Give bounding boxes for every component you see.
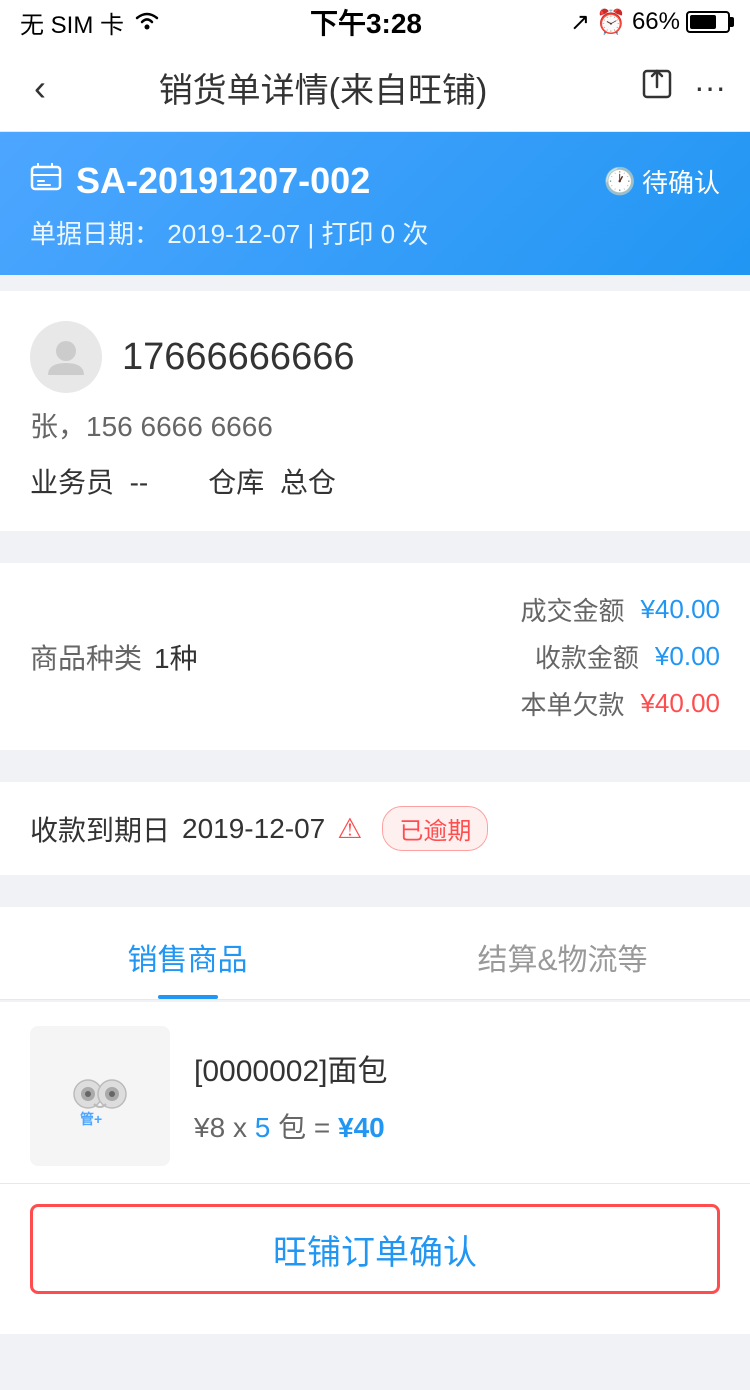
deal-amount-row: 成交金额 ¥40.00 bbox=[520, 591, 720, 628]
warehouse-label: 仓库 总仓 bbox=[208, 461, 336, 501]
nav-actions: ··· bbox=[640, 67, 726, 109]
battery-icon bbox=[686, 11, 730, 33]
tab-sales-products[interactable]: 销售商品 bbox=[0, 907, 375, 999]
due-date-label: 收款到期日 bbox=[30, 809, 170, 849]
alarm-icon: ⏰ bbox=[596, 8, 626, 37]
location-icon: ↗ bbox=[570, 8, 590, 37]
divider-2 bbox=[0, 750, 750, 766]
clock-icon: 🕐 bbox=[604, 166, 636, 197]
battery-percent: 66% bbox=[632, 8, 680, 36]
overdue-badge: 已逾期 bbox=[382, 806, 488, 851]
order-icon bbox=[30, 160, 66, 202]
tab-bar: 销售商品 结算&物流等 bbox=[0, 907, 750, 1000]
back-button[interactable]: ‹ bbox=[24, 57, 56, 119]
received-amount: ¥0.00 bbox=[655, 641, 720, 672]
order-date-line: 单据日期： 2019-12-07 | 打印 0 次 bbox=[30, 214, 720, 251]
due-card: 收款到期日 2019-12-07 ⚠ 已逾期 bbox=[0, 782, 750, 875]
status-time: 下午3:28 bbox=[310, 2, 422, 42]
summary-right: 成交金额 ¥40.00 收款金额 ¥0.00 本单欠款 ¥40.00 bbox=[520, 591, 720, 722]
due-date-value: 2019-12-07 bbox=[182, 813, 325, 845]
summary-card: 商品种类 1种 成交金额 ¥40.00 收款金额 ¥0.00 本单欠款 ¥40.… bbox=[0, 563, 750, 750]
product-type-value: 1种 bbox=[154, 637, 198, 677]
status-left: 无 SIM 卡 bbox=[20, 5, 162, 40]
divider-1 bbox=[0, 531, 750, 547]
product-total: ¥40 bbox=[338, 1112, 385, 1143]
deal-amount: ¥40.00 bbox=[640, 594, 720, 625]
customer-meta: 业务员 -- 仓库 总仓 bbox=[30, 461, 720, 501]
owed-row: 本单欠款 ¥40.00 bbox=[520, 685, 720, 722]
customer-name: 张，156 6666 6666 bbox=[30, 405, 720, 445]
sales-label: 业务员 -- bbox=[30, 461, 148, 501]
svg-text:管+: 管+ bbox=[80, 1111, 102, 1126]
carrier-label: 无 SIM 卡 bbox=[20, 5, 124, 40]
status-bar: 无 SIM 卡 下午3:28 ↗ ⏰ 66% bbox=[0, 0, 750, 44]
customer-card: 17666666666 张，156 6666 6666 业务员 -- 仓库 总仓 bbox=[0, 291, 750, 531]
divider-3 bbox=[0, 875, 750, 891]
product-qty: 5 bbox=[255, 1112, 271, 1143]
customer-top: 17666666666 bbox=[30, 321, 720, 393]
product-card: 管+ [0000002]面包 ¥8 x 5 包 = ¥40 bbox=[0, 1002, 750, 1190]
share-icon[interactable] bbox=[640, 67, 674, 109]
wifi-icon bbox=[132, 8, 162, 37]
status-right: ↗ ⏰ 66% bbox=[570, 8, 730, 37]
received-row: 收款金额 ¥0.00 bbox=[535, 638, 720, 675]
order-header-card: SA-20191207-002 🕐 待确认 单据日期： 2019-12-07 |… bbox=[0, 132, 750, 275]
order-status: 🕐 待确认 bbox=[604, 163, 720, 200]
tab-settlement[interactable]: 结算&物流等 bbox=[375, 907, 750, 999]
summary-left: 商品种类 1种 bbox=[30, 591, 520, 722]
product-price: ¥8 x 5 包 = ¥40 bbox=[194, 1106, 720, 1146]
order-header-top: SA-20191207-002 🕐 待确认 bbox=[30, 160, 720, 202]
order-id: SA-20191207-002 bbox=[30, 160, 370, 202]
product-info: [0000002]面包 ¥8 x 5 包 = ¥40 bbox=[194, 1046, 720, 1146]
product-image: 管+ bbox=[30, 1026, 170, 1166]
warning-icon: ⚠ bbox=[337, 812, 362, 845]
confirm-button[interactable]: 旺铺订单确认 bbox=[30, 1204, 720, 1294]
nav-bar: ‹ 销货单详情(来自旺铺) ··· bbox=[0, 44, 750, 132]
more-icon[interactable]: ··· bbox=[694, 69, 726, 106]
bottom-bar: 旺铺订单确认 bbox=[0, 1183, 750, 1334]
owed-amount: ¥40.00 bbox=[640, 688, 720, 719]
page-title: 销货单详情(来自旺铺) bbox=[66, 63, 580, 112]
customer-phone: 17666666666 bbox=[122, 336, 354, 379]
avatar bbox=[30, 321, 102, 393]
product-name: [0000002]面包 bbox=[194, 1046, 720, 1090]
